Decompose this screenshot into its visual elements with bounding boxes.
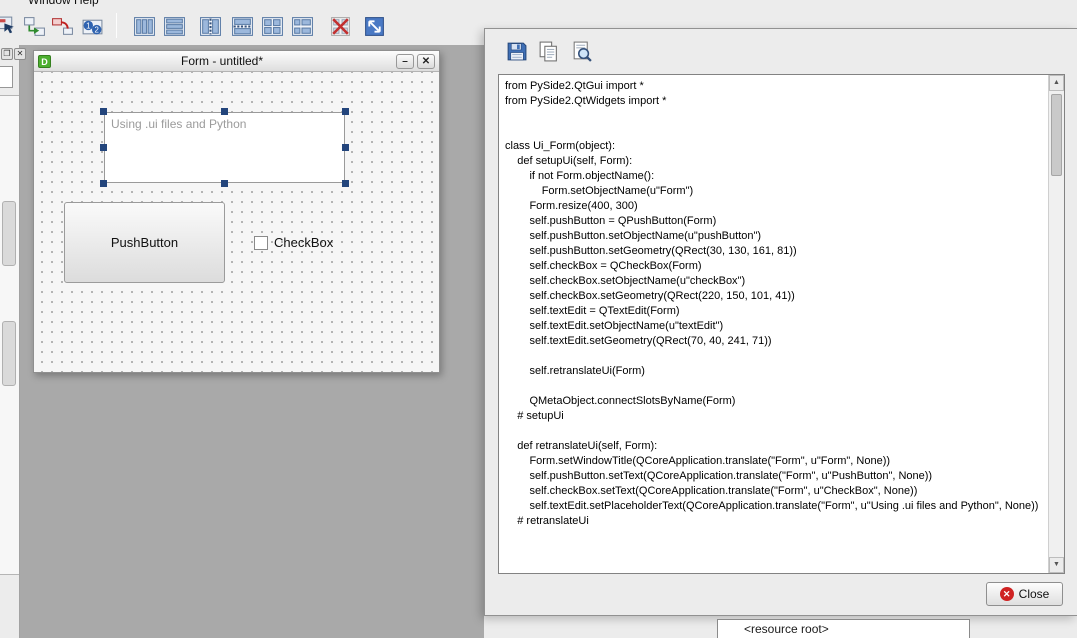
selection-handle-bottom-left[interactable]: [100, 180, 107, 187]
selection-handle-mid-right[interactable]: [342, 144, 349, 151]
layout-splitter-vertical-button[interactable]: [229, 13, 255, 39]
menu-bar: Window Help: [0, 0, 1077, 9]
checkbox-label: CheckBox: [274, 235, 333, 250]
adjust-size-icon: [363, 15, 386, 38]
close-window-button[interactable]: ✕: [417, 54, 435, 69]
dock-close-button[interactable]: ✕: [14, 48, 26, 60]
form-window-title: Form - untitled*: [51, 54, 393, 68]
scroll-up-button[interactable]: ▲: [1049, 75, 1064, 91]
close-button-label: Close: [1019, 587, 1050, 601]
form-title-bar[interactable]: D Form - untitled* – ✕: [34, 51, 439, 72]
selection-handle-top-left[interactable]: [100, 108, 107, 115]
edit-signals-slots-button[interactable]: [21, 13, 47, 39]
textedit-placeholder: Using .ui files and Python: [111, 117, 246, 131]
layout-grid-icon: [261, 15, 284, 38]
selection-handle-bottom-right[interactable]: [342, 180, 349, 187]
edit-tab-order-button[interactable]: 12: [79, 13, 105, 39]
checkbox-indicator[interactable]: [254, 236, 268, 250]
selection-handle-bottom-center[interactable]: [221, 180, 228, 187]
widget-filter-input[interactable]: [0, 66, 13, 88]
layout-splitter-horizontal-icon: [199, 15, 222, 38]
layout-vertical-button[interactable]: [161, 13, 187, 39]
dock-float-button[interactable]: ❐: [1, 48, 13, 60]
widget-box-panel: [0, 45, 20, 638]
menu-window[interactable]: Window: [28, 0, 71, 7]
widget-box-item[interactable]: [2, 201, 16, 266]
widget-box-item[interactable]: [2, 321, 16, 386]
code-preview-dialog: from PySide2.QtGui import * from PySide2…: [484, 28, 1077, 616]
toolbar-separator: [116, 13, 117, 38]
pushbutton-label: PushButton: [111, 235, 178, 250]
widget-box-list[interactable]: [0, 95, 19, 575]
designer-form-window: D Form - untitled* – ✕ Using .ui files a…: [33, 50, 440, 373]
edit-widgets-button[interactable]: [0, 13, 19, 39]
form-canvas[interactable]: Using .ui files and Python PushButton Ch…: [34, 72, 439, 372]
checkbox-widget[interactable]: CheckBox: [254, 222, 355, 263]
save-icon: [505, 40, 528, 63]
menu-help[interactable]: Help: [74, 0, 99, 7]
layout-horizontal-button[interactable]: [131, 13, 157, 39]
resource-browser: <resource root>: [717, 619, 970, 638]
layout-horizontal-icon: [133, 15, 156, 38]
break-layout-button[interactable]: [327, 13, 353, 39]
selection-handle-mid-left[interactable]: [100, 144, 107, 151]
close-icon: ✕: [1000, 587, 1014, 601]
layout-vertical-icon: [163, 15, 186, 38]
code-view[interactable]: from PySide2.QtGui import * from PySide2…: [498, 74, 1065, 574]
break-layout-icon: [329, 15, 352, 38]
layout-grid-button[interactable]: [259, 13, 285, 39]
layout-splitter-horizontal-button[interactable]: [197, 13, 223, 39]
minimize-button[interactable]: –: [396, 54, 414, 69]
edit-widgets-icon: [0, 15, 18, 38]
resource-root-item[interactable]: <resource root>: [718, 620, 969, 636]
copy-icon: [537, 40, 560, 63]
generated-python-code[interactable]: from PySide2.QtGui import * from PySide2…: [499, 75, 1048, 573]
layout-form-button[interactable]: [289, 13, 315, 39]
code-scrollbar[interactable]: ▲ ▼: [1048, 75, 1064, 573]
svg-text:1: 1: [86, 21, 90, 30]
layout-splitter-vertical-icon: [231, 15, 254, 38]
pushbutton-widget[interactable]: PushButton: [64, 202, 225, 283]
textedit-widget[interactable]: Using .ui files and Python: [104, 112, 345, 183]
find-icon: [570, 40, 593, 63]
selection-handle-top-center[interactable]: [221, 108, 228, 115]
scrollbar-thumb[interactable]: [1051, 94, 1062, 176]
find-in-code-button[interactable]: [568, 38, 594, 64]
edit-buddies-button[interactable]: [49, 13, 75, 39]
adjust-size-button[interactable]: [361, 13, 387, 39]
svg-text:2: 2: [94, 25, 98, 34]
edit-tab-order-icon: 12: [81, 15, 104, 38]
ui-file-icon: D: [38, 55, 51, 68]
copy-code-button[interactable]: [535, 38, 561, 64]
save-code-button[interactable]: [503, 38, 529, 64]
scroll-down-button[interactable]: ▼: [1049, 557, 1064, 573]
close-dialog-button[interactable]: ✕ Close: [986, 582, 1063, 606]
layout-form-icon: [291, 15, 314, 38]
selection-handle-top-right[interactable]: [342, 108, 349, 115]
edit-buddies-icon: [51, 15, 74, 38]
edit-signals-slots-icon: [23, 15, 46, 38]
qt-designer-window: Window Help 12: [0, 0, 1077, 638]
